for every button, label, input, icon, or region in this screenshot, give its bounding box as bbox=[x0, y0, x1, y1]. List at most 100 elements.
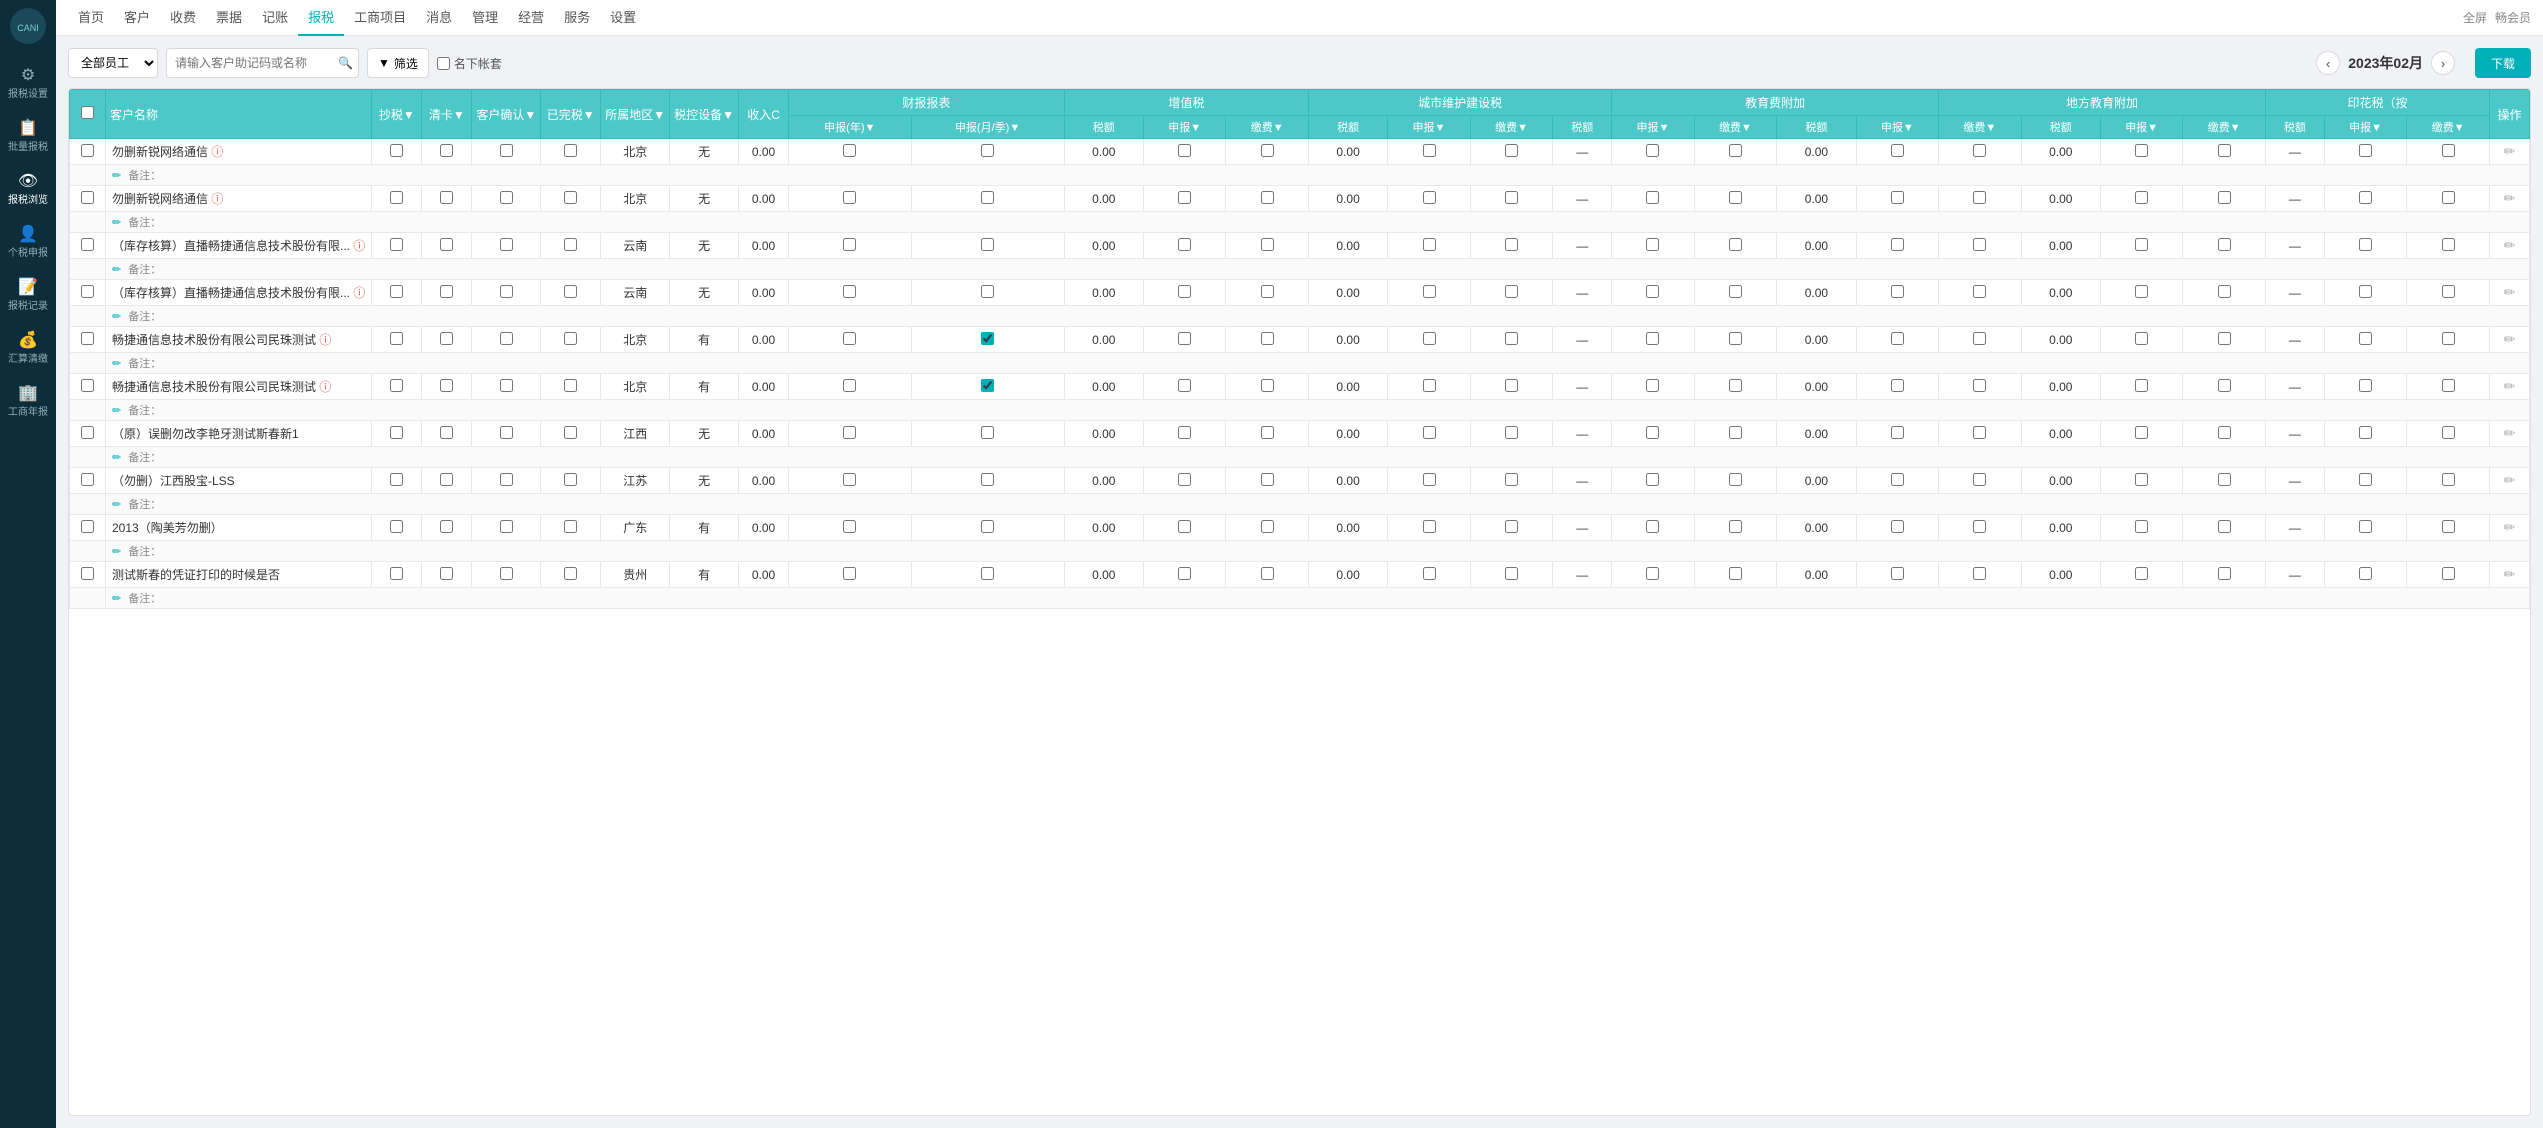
row-edu-declare[interactable] bbox=[1612, 374, 1695, 400]
edu-extra-checkbox[interactable] bbox=[1891, 144, 1904, 157]
vat-pay-checkbox[interactable] bbox=[1261, 285, 1274, 298]
paid-checkbox[interactable] bbox=[564, 379, 577, 392]
row-edu-declare[interactable] bbox=[1612, 186, 1695, 212]
edu-pay-checkbox[interactable] bbox=[1729, 238, 1742, 251]
edu-declare-checkbox[interactable] bbox=[1646, 567, 1659, 580]
row-select-checkbox[interactable] bbox=[81, 144, 94, 157]
fin-year-checkbox[interactable] bbox=[843, 144, 856, 157]
row-fin-year[interactable] bbox=[789, 139, 911, 165]
row-local-declare[interactable] bbox=[2100, 515, 2183, 541]
edit-icon[interactable]: ✏ bbox=[2504, 190, 2516, 206]
city-pay-checkbox[interactable] bbox=[1505, 285, 1518, 298]
row-fin-year[interactable] bbox=[789, 280, 911, 306]
clear-card-checkbox[interactable] bbox=[440, 285, 453, 298]
row-local-fee2[interactable] bbox=[2183, 186, 2266, 212]
row-copy-tax[interactable] bbox=[372, 233, 422, 259]
row-local-fee[interactable] bbox=[1939, 139, 2022, 165]
nav-invoice[interactable]: 票据 bbox=[206, 0, 252, 36]
vat-declare-checkbox[interactable] bbox=[1178, 473, 1191, 486]
local-declare-checkbox[interactable] bbox=[2135, 191, 2148, 204]
copy-tax-checkbox[interactable] bbox=[390, 144, 403, 157]
copy-tax-checkbox[interactable] bbox=[390, 473, 403, 486]
paid-checkbox[interactable] bbox=[564, 191, 577, 204]
row-city-declare[interactable] bbox=[1388, 468, 1471, 494]
paid-checkbox[interactable] bbox=[564, 567, 577, 580]
vat-declare-checkbox[interactable] bbox=[1178, 520, 1191, 533]
row-city-pay[interactable] bbox=[1470, 139, 1553, 165]
fin-year-checkbox[interactable] bbox=[843, 191, 856, 204]
fin-month-checkbox[interactable] bbox=[981, 473, 994, 486]
stamp-declare-checkbox[interactable] bbox=[2359, 379, 2372, 392]
copy-tax-checkbox[interactable] bbox=[390, 238, 403, 251]
nav-bookkeeping[interactable]: 记账 bbox=[252, 0, 298, 36]
edu-extra-checkbox[interactable] bbox=[1891, 332, 1904, 345]
row-select-checkbox[interactable] bbox=[81, 285, 94, 298]
row-select-checkbox[interactable] bbox=[81, 567, 94, 580]
row-copy-tax[interactable] bbox=[372, 280, 422, 306]
local-fee2-checkbox[interactable] bbox=[2218, 567, 2231, 580]
row-select-checkbox[interactable] bbox=[81, 191, 94, 204]
stamp-pay-checkbox[interactable] bbox=[2442, 473, 2455, 486]
row-edit-btn[interactable]: ✏ bbox=[2490, 468, 2530, 494]
edu-extra-checkbox[interactable] bbox=[1891, 379, 1904, 392]
col-tax-device[interactable]: 税控设备▼ bbox=[670, 90, 739, 139]
col-select-all[interactable] bbox=[70, 90, 106, 139]
col-edu-declare[interactable]: 申报▼ bbox=[1612, 116, 1695, 139]
copy-tax-checkbox[interactable] bbox=[390, 379, 403, 392]
row-copy-tax[interactable] bbox=[372, 515, 422, 541]
local-fee-checkbox[interactable] bbox=[1973, 567, 1986, 580]
edu-extra-checkbox[interactable] bbox=[1891, 285, 1904, 298]
stamp-declare-checkbox[interactable] bbox=[2359, 191, 2372, 204]
row-fin-month[interactable] bbox=[911, 515, 1064, 541]
row-select-checkbox[interactable] bbox=[81, 426, 94, 439]
row-stamp-pay[interactable] bbox=[2407, 186, 2490, 212]
sidebar-item-tax-settings[interactable]: ⚙ 报税设置 bbox=[0, 56, 56, 109]
row-local-fee2[interactable] bbox=[2183, 421, 2266, 447]
row-local-declare[interactable] bbox=[2100, 468, 2183, 494]
row-vat-declare[interactable] bbox=[1143, 280, 1226, 306]
edu-declare-checkbox[interactable] bbox=[1646, 473, 1659, 486]
local-declare-checkbox[interactable] bbox=[2135, 426, 2148, 439]
local-declare-checkbox[interactable] bbox=[2135, 285, 2148, 298]
filter-button[interactable]: ▼ 筛选 bbox=[367, 48, 429, 78]
row-local-fee2[interactable] bbox=[2183, 515, 2266, 541]
row-local-fee2[interactable] bbox=[2183, 562, 2266, 588]
note-cell[interactable]: ✏ 备注： bbox=[106, 353, 2530, 374]
local-fee2-checkbox[interactable] bbox=[2218, 238, 2231, 251]
sidebar-item-settlement[interactable]: 💰 汇算清缴 bbox=[0, 321, 56, 374]
vat-declare-checkbox[interactable] bbox=[1178, 285, 1191, 298]
row-local-fee2[interactable] bbox=[2183, 233, 2266, 259]
row-local-fee2[interactable] bbox=[2183, 374, 2266, 400]
row-vat-pay[interactable] bbox=[1226, 327, 1309, 353]
edu-declare-checkbox[interactable] bbox=[1646, 332, 1659, 345]
vat-declare-checkbox[interactable] bbox=[1178, 191, 1191, 204]
edu-extra-checkbox[interactable] bbox=[1891, 191, 1904, 204]
nav-settings[interactable]: 设置 bbox=[600, 0, 646, 36]
row-clear-card[interactable] bbox=[422, 374, 472, 400]
row-local-fee[interactable] bbox=[1939, 186, 2022, 212]
local-fee2-checkbox[interactable] bbox=[2218, 285, 2231, 298]
row-edu-extra[interactable] bbox=[1856, 562, 1939, 588]
row-clear-card[interactable] bbox=[422, 515, 472, 541]
city-pay-checkbox[interactable] bbox=[1505, 144, 1518, 157]
row-local-fee[interactable] bbox=[1939, 374, 2022, 400]
fin-month-checkbox[interactable] bbox=[981, 285, 994, 298]
copy-tax-checkbox[interactable] bbox=[390, 567, 403, 580]
row-fin-year[interactable] bbox=[789, 421, 911, 447]
paid-checkbox[interactable] bbox=[564, 332, 577, 345]
client-confirm-checkbox[interactable] bbox=[500, 238, 513, 251]
row-city-declare[interactable] bbox=[1388, 421, 1471, 447]
row-stamp-declare[interactable] bbox=[2324, 280, 2407, 306]
edu-pay-checkbox[interactable] bbox=[1729, 426, 1742, 439]
vat-declare-checkbox[interactable] bbox=[1178, 379, 1191, 392]
row-select-checkbox[interactable] bbox=[81, 238, 94, 251]
row-edu-extra[interactable] bbox=[1856, 515, 1939, 541]
row-checkbox-cell[interactable] bbox=[70, 374, 106, 400]
row-fin-month[interactable] bbox=[911, 562, 1064, 588]
client-confirm-checkbox[interactable] bbox=[500, 567, 513, 580]
local-declare-checkbox[interactable] bbox=[2135, 379, 2148, 392]
stamp-pay-checkbox[interactable] bbox=[2442, 285, 2455, 298]
row-checkbox-cell[interactable] bbox=[70, 327, 106, 353]
row-edit-btn[interactable]: ✏ bbox=[2490, 562, 2530, 588]
select-all-checkbox[interactable] bbox=[81, 106, 94, 119]
